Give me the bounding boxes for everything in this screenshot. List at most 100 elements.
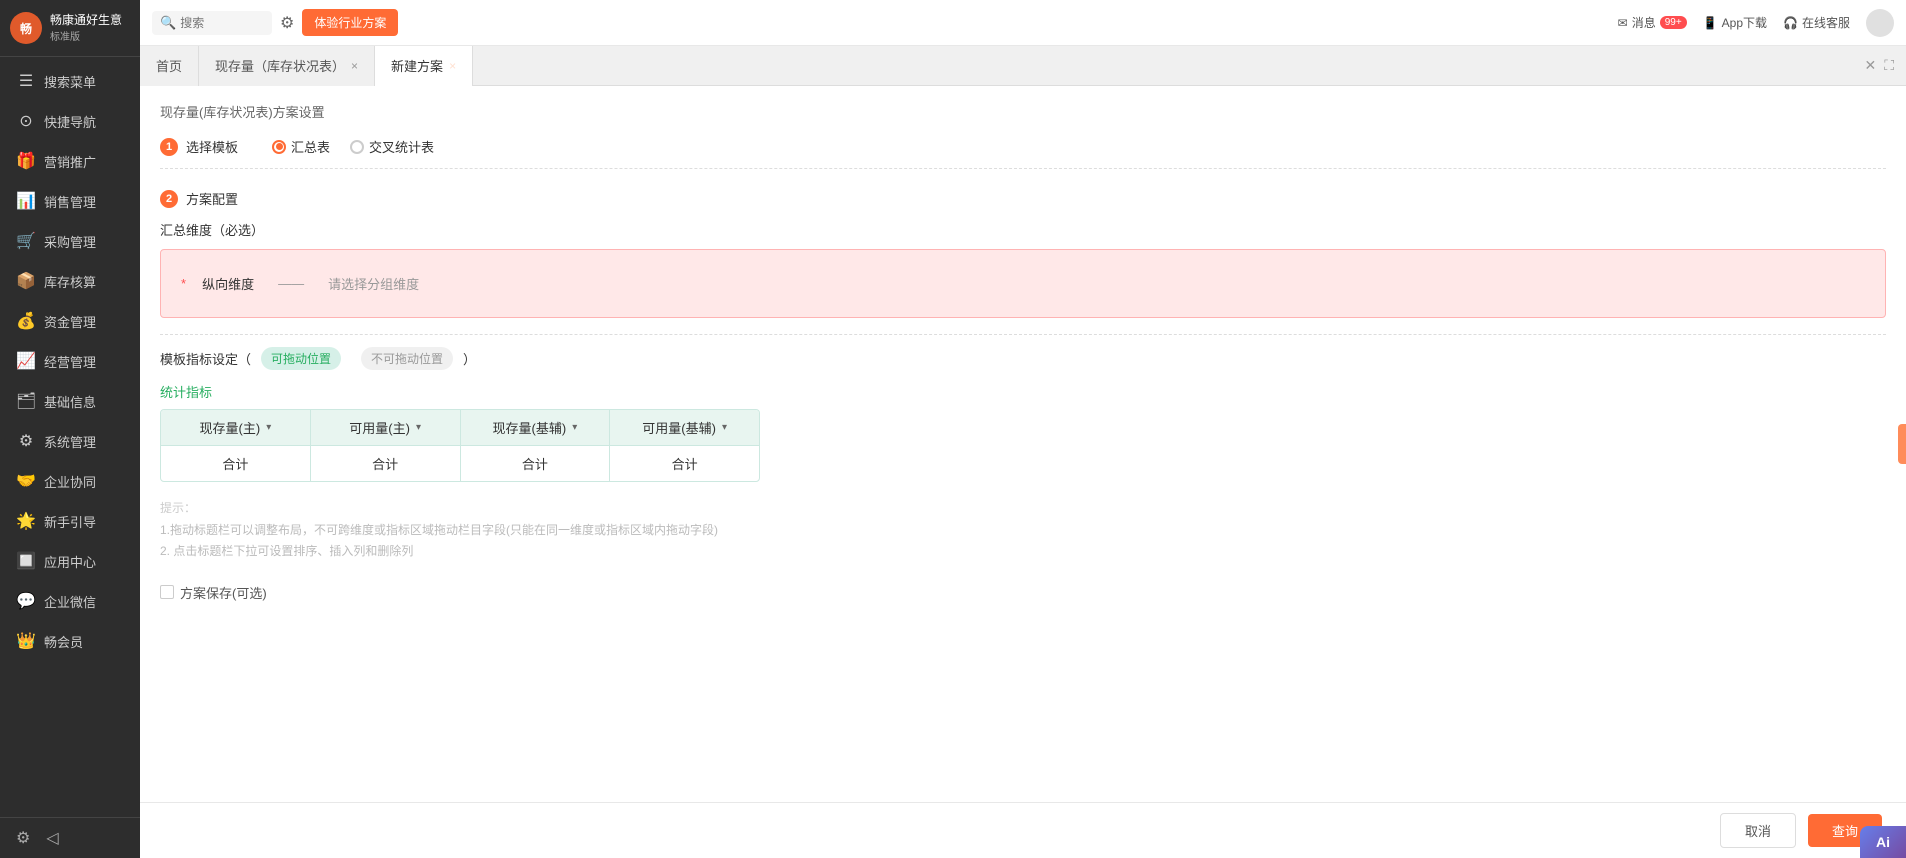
sidebar-navigation: ☰搜索菜单⊙快捷导航🎁营销推广📊销售管理🛒采购管理 📦 库存核算 💰 资金管理 📈 经营管理… <box>0 57 140 817</box>
user-avatar[interactable] <box>1866 9 1894 37</box>
sidebar-item-营销推广[interactable]: 🎁营销推广 <box>0 141 140 181</box>
headset-icon: 🎧 <box>1783 16 1798 30</box>
step2-header: 2 方案配置 <box>160 189 1886 208</box>
stats-data-row: 合计合计合计合计 <box>161 445 759 481</box>
radio-summary-label: 汇总表 <box>291 137 330 156</box>
sidebar-item-畅会员[interactable]: 👑畅会员 <box>0 621 140 661</box>
tab-home[interactable]: 首页 <box>140 46 199 86</box>
trial-button[interactable]: 体验行业方案 <box>302 9 398 36</box>
message-badge: 99+ <box>1660 16 1687 29</box>
tips-box: 提示： 1.拖动标题栏可以调整布局，不可跨维度或指标区域拖动栏目字段(只能在同一… <box>160 498 1886 563</box>
stats-section: 统计指标 现存量(主)▾可用量(主)▾现存量(基辅)▾可用量(基辅)▾ 合计 合计… <box>160 382 1886 482</box>
radio-cross[interactable]: 交叉统计表 <box>350 137 434 156</box>
sidebar-item-label: 快捷导航 <box>44 112 96 131</box>
sidebar-footer: ⚙ ◁ <box>0 817 140 858</box>
agg-label: 汇总维度（必选） <box>160 220 1886 239</box>
nav-icon: 🛒 <box>16 231 36 251</box>
sidebar-item-库存核算[interactable]: 📦 库存核算 <box>0 261 140 301</box>
topbar-right: ✉ 消息 99+ 📱 App下载 🎧 在线客服 <box>1618 9 1894 37</box>
stats-table: 现存量(主)▾可用量(主)▾现存量(基辅)▾可用量(基辅)▾ 合计合计合计合计 <box>160 409 760 482</box>
stats-cell: 合计 <box>461 446 611 481</box>
step1-badge: 1 <box>160 138 178 156</box>
nav-icon: 📦 <box>16 271 36 291</box>
content-area: 现存量(库存状况表)方案设置 1 选择模板 汇总表 交叉统计表 <box>140 86 1906 802</box>
sidebar-item-采购管理[interactable]: 🛒采购管理 <box>0 221 140 261</box>
sidebar-item-label: 企业微信 <box>44 592 96 611</box>
search-bar[interactable]: 🔍 <box>152 11 272 35</box>
online-service-button[interactable]: 🎧 在线客服 <box>1783 14 1850 31</box>
tmpl-movable-tag: 可拖动位置 <box>261 347 341 370</box>
agg-dimension-box: * 纵向维度 —— 请选择分组维度 <box>160 249 1886 318</box>
search-icon: 🔍 <box>160 15 176 31</box>
sidebar-item-快捷导航[interactable]: ⊙快捷导航 <box>0 101 140 141</box>
tab-close-all-icon[interactable]: ✕ <box>1864 57 1876 74</box>
stats-col-header[interactable]: 可用量(主)▾ <box>311 410 461 445</box>
tab-inventory[interactable]: 现存量（库存状况表） × <box>199 46 375 86</box>
gear-icon[interactable]: ⚙ <box>280 13 294 33</box>
tip1: 1.拖动标题栏可以调整布局，不可跨维度或指标区域拖动栏目字段(只能在同一维度或指… <box>160 520 1886 542</box>
mobile-icon: 📱 <box>1703 16 1718 30</box>
tabbar: 首页 现存量（库存状况表） × 新建方案 × ✕ ⛶ <box>140 46 1906 86</box>
stats-label: 统计指标 <box>160 382 1886 401</box>
sidebar-item-搜索菜单[interactable]: ☰搜索菜单 <box>0 61 140 101</box>
sidebar-item-企业协同[interactable]: 🤝企业协同 <box>0 461 140 501</box>
sidebar-item-label: 新手引导 <box>44 512 96 531</box>
radio-cross-circle <box>350 140 364 154</box>
cancel-button[interactable]: 取消 <box>1720 813 1796 848</box>
save-option: 方案保存(可选) <box>160 583 1886 602</box>
tab-fullscreen-icon[interactable]: ⛶ <box>1884 57 1894 74</box>
nav-icon: 💰 <box>16 311 36 331</box>
tmpl-suffix: ） <box>463 349 476 368</box>
sidebar-item-系统管理[interactable]: ⚙系统管理 <box>0 421 140 461</box>
save-checkbox[interactable] <box>160 585 174 599</box>
sidebar-logo: 畅 畅康通好生意 标准版 <box>0 0 140 57</box>
app-download-label: App下载 <box>1722 14 1767 31</box>
nav-icon: 💬 <box>16 591 36 611</box>
stats-col-header[interactable]: 现存量(基辅)▾ <box>461 410 611 445</box>
stats-cell: 合计 <box>161 446 311 481</box>
sidebar-item-label: 基础信息 <box>44 392 96 411</box>
sidebar-item-销售管理[interactable]: 📊销售管理 <box>0 181 140 221</box>
stats-col-header[interactable]: 可用量(基辅)▾ <box>610 410 759 445</box>
online-service-label: 在线客服 <box>1802 14 1850 31</box>
nav-icon: 🗂 <box>16 391 36 411</box>
stats-col-header[interactable]: 现存量(主)▾ <box>161 410 311 445</box>
dim-label: 纵向维度 <box>202 274 254 293</box>
message-button[interactable]: ✉ 消息 99+ <box>1618 14 1687 31</box>
sidebar: 畅 畅康通好生意 标准版 ☰搜索菜单⊙快捷导航🎁营销推广📊销售管理🛒采购管理 📦 库… <box>0 0 140 858</box>
tab-new-plan-label: 新建方案 <box>391 56 443 75</box>
nav-icon: 👑 <box>16 631 36 651</box>
search-input[interactable] <box>180 16 260 30</box>
settings-icon[interactable]: ⚙ <box>16 828 30 848</box>
sidebar-item-企业微信[interactable]: 💬 企业微信 <box>0 581 140 621</box>
nav-icon: 📈 <box>16 351 36 371</box>
agg-dash: —— <box>278 276 304 291</box>
sidebar-item-新手引导[interactable]: 🌟 新手引导 <box>0 501 140 541</box>
sidebar-item-label: 库存核算 <box>44 272 96 291</box>
dim-placeholder[interactable]: 请选择分组维度 <box>328 274 419 293</box>
nav-icon: 🔲 <box>16 551 36 571</box>
app-download-button[interactable]: 📱 App下载 <box>1703 14 1767 31</box>
nav-icon: 📊 <box>16 191 36 211</box>
radio-summary[interactable]: 汇总表 <box>272 137 330 156</box>
tab-new-close[interactable]: × <box>449 59 456 73</box>
tab-inventory-close[interactable]: × <box>351 59 358 73</box>
sidebar-item-label: 资金管理 <box>44 312 96 331</box>
stats-header-row: 现存量(主)▾可用量(主)▾现存量(基辅)▾可用量(基辅)▾ <box>161 410 759 445</box>
step2-divider <box>160 334 1886 335</box>
sidebar-item-基础信息[interactable]: 🗂 基础信息 <box>0 381 140 421</box>
sidebar-item-资金管理[interactable]: 💰 资金管理 <box>0 301 140 341</box>
ai-badge[interactable]: Ai <box>1860 826 1906 858</box>
app-edition: 标准版 <box>50 28 122 43</box>
sidebar-item-应用中心[interactable]: 🔲应用中心 <box>0 541 140 581</box>
tab-icons: ✕ ⛶ <box>1852 57 1906 74</box>
sidebar-item-经营管理[interactable]: 📈 经营管理 <box>0 341 140 381</box>
app-name: 畅康通好生意 <box>50 13 122 29</box>
right-handle[interactable] <box>1898 424 1906 464</box>
collapse-icon[interactable]: ◁ <box>46 828 58 848</box>
nav-icon: 🤝 <box>16 471 36 491</box>
tab-new-plan[interactable]: 新建方案 × <box>375 46 473 86</box>
sidebar-item-label: 经营管理 <box>44 352 96 371</box>
step2-title: 方案配置 <box>186 189 238 208</box>
nav-icon: 🌟 <box>16 511 36 531</box>
